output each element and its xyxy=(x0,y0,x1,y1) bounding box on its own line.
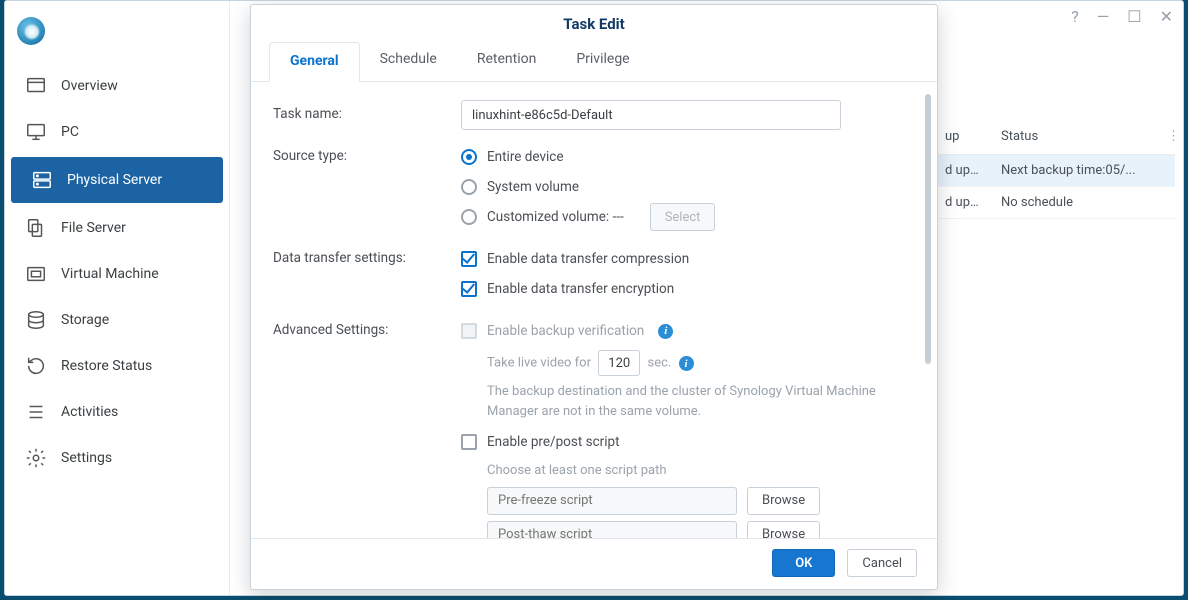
sidebar-item-label: PC xyxy=(61,124,79,140)
file-server-icon xyxy=(25,217,47,239)
help-icon[interactable]: ? xyxy=(1071,7,1079,26)
sidebar-item-label: Activities xyxy=(61,404,118,420)
tab-schedule[interactable]: Schedule xyxy=(360,41,457,81)
sidebar: Overview PC Physical Server File Server xyxy=(5,1,230,595)
sidebar-item-label: Physical Server xyxy=(67,172,162,188)
minimize-icon[interactable]: — xyxy=(1097,7,1110,26)
pc-icon xyxy=(25,121,47,143)
checkbox-label: Enable data transfer encryption xyxy=(487,281,674,297)
sidebar-item-label: Virtual Machine xyxy=(61,266,159,282)
app-logo-icon xyxy=(17,17,45,45)
browse-pre-freeze-button[interactable]: Browse xyxy=(747,487,820,515)
checkbox-encryption[interactable]: Enable data transfer encryption xyxy=(461,274,929,304)
checkbox-icon xyxy=(461,323,477,339)
checkbox-icon xyxy=(461,251,477,267)
cancel-button[interactable]: Cancel xyxy=(847,549,917,577)
checkbox-backup-verification: Enable backup verification i xyxy=(461,316,929,346)
window-controls: ? — ☐ ✕ xyxy=(1071,7,1173,26)
radio-icon xyxy=(461,209,477,225)
radio-system-volume[interactable]: System volume xyxy=(461,172,929,202)
table-header: up Status ⋮ xyxy=(935,119,1175,155)
advanced-settings-label: Advanced Settings: xyxy=(273,316,461,338)
checkbox-label: Enable data transfer compression xyxy=(487,251,689,267)
checkbox-icon xyxy=(461,281,477,297)
ok-button[interactable]: OK xyxy=(772,549,835,577)
post-thaw-script-input[interactable] xyxy=(487,521,737,539)
gear-icon xyxy=(25,447,47,469)
destination-note: The backup destination and the cluster o… xyxy=(487,382,929,421)
table-cell: Next backup time:05/... xyxy=(991,163,1175,178)
data-transfer-label: Data transfer settings: xyxy=(273,244,461,266)
radio-icon xyxy=(461,149,477,165)
sidebar-item-activities[interactable]: Activities xyxy=(5,389,229,435)
source-type-label: Source type: xyxy=(273,142,461,164)
sidebar-item-label: Storage xyxy=(61,312,109,328)
sidebar-item-label: Overview xyxy=(61,78,118,94)
table-header-cell[interactable]: up xyxy=(935,129,991,144)
sidebar-item-label: File Server xyxy=(61,220,126,236)
checkbox-icon xyxy=(461,434,477,450)
sidebar-item-pc[interactable]: PC xyxy=(5,109,229,155)
checkbox-compression[interactable]: Enable data transfer compression xyxy=(461,244,929,274)
restore-icon xyxy=(25,355,47,377)
table-header-cell[interactable]: Status xyxy=(991,129,1167,144)
checkbox-label: Enable pre/post script xyxy=(487,434,620,450)
radio-customized-volume[interactable]: Customized volume: --- Select xyxy=(461,202,929,232)
table-cell: d up ... xyxy=(935,163,991,178)
live-video-seconds-input[interactable] xyxy=(598,350,640,376)
table-row[interactable]: d up ... No schedule xyxy=(935,187,1175,219)
sidebar-item-settings[interactable]: Settings xyxy=(5,435,229,481)
sidebar-item-overview[interactable]: Overview xyxy=(5,63,229,109)
dialog-body: Task name: Source type: Entire device Sy… xyxy=(251,82,937,538)
task-name-input[interactable] xyxy=(461,100,841,130)
task-name-label: Task name: xyxy=(273,100,461,122)
radio-label: Entire device xyxy=(487,149,564,165)
close-icon[interactable]: ✕ xyxy=(1160,7,1173,26)
overview-icon xyxy=(25,75,47,97)
sidebar-item-physical-server[interactable]: Physical Server xyxy=(11,157,223,203)
pre-freeze-script-input[interactable] xyxy=(487,487,737,515)
task-edit-dialog: Task Edit General Schedule Retention Pri… xyxy=(250,4,938,590)
dialog-footer: OK Cancel xyxy=(251,538,937,589)
browse-post-thaw-button[interactable]: Browse xyxy=(747,521,820,539)
table-row[interactable]: d up ... Next backup time:05/... xyxy=(935,155,1175,187)
checkbox-enable-script[interactable]: Enable pre/post script xyxy=(461,427,929,457)
tab-retention[interactable]: Retention xyxy=(457,41,557,81)
storage-icon xyxy=(25,309,47,331)
radio-label: Customized volume: --- xyxy=(487,209,624,225)
select-volume-button[interactable]: Select xyxy=(650,203,716,231)
scroll-thumb[interactable] xyxy=(925,94,931,364)
tab-privilege[interactable]: Privilege xyxy=(556,41,649,81)
live-video-row: Take live video for sec. i xyxy=(487,350,929,376)
script-hint: Choose at least one script path xyxy=(487,461,929,481)
info-icon[interactable]: i xyxy=(679,356,694,371)
scrollbar[interactable] xyxy=(923,92,933,528)
maximize-icon[interactable]: ☐ xyxy=(1127,7,1141,26)
checkbox-label: Enable backup verification xyxy=(487,323,644,339)
radio-label: System volume xyxy=(487,179,579,195)
dialog-title: Task Edit xyxy=(251,5,937,41)
sidebar-item-file-server[interactable]: File Server xyxy=(5,205,229,251)
sidebar-item-storage[interactable]: Storage xyxy=(5,297,229,343)
vm-icon xyxy=(25,263,47,285)
activities-icon xyxy=(25,401,47,423)
sidebar-item-label: Restore Status xyxy=(61,358,152,374)
radio-icon xyxy=(461,179,477,195)
tab-bar: General Schedule Retention Privilege xyxy=(251,41,937,82)
table-cell: No schedule xyxy=(991,195,1175,210)
sidebar-item-virtual-machine[interactable]: Virtual Machine xyxy=(5,251,229,297)
sidebar-item-label: Settings xyxy=(61,450,112,466)
table-menu-icon[interactable]: ⋮ xyxy=(1167,129,1175,144)
tab-general[interactable]: General xyxy=(269,42,360,82)
sidebar-item-restore-status[interactable]: Restore Status xyxy=(5,343,229,389)
radio-entire-device[interactable]: Entire device xyxy=(461,142,929,172)
table-cell: d up ... xyxy=(935,195,991,210)
info-icon[interactable]: i xyxy=(658,324,673,339)
task-table: up Status ⋮ d up ... Next backup time:05… xyxy=(935,119,1175,219)
server-icon xyxy=(31,169,53,191)
